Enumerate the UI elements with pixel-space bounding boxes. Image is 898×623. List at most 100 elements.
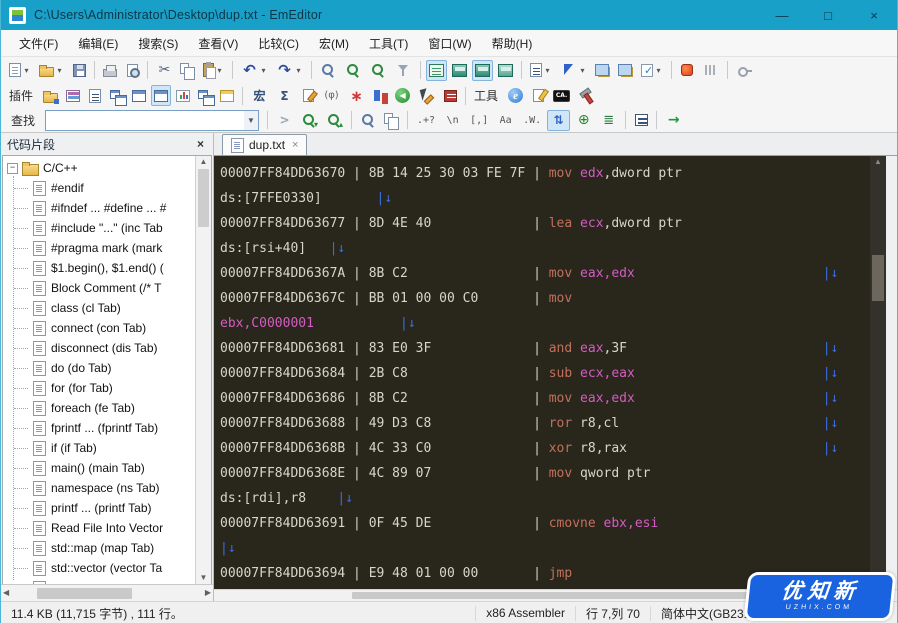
sync-scroll-h-button[interactable] bbox=[615, 60, 636, 81]
tool-notepad-button[interactable] bbox=[528, 85, 548, 106]
minimize-button[interactable]: — bbox=[759, 0, 805, 30]
tree-item-10[interactable]: for (for Tab) bbox=[3, 378, 195, 398]
open-file-button[interactable]: ▾ bbox=[36, 60, 67, 81]
pin-button[interactable] bbox=[733, 60, 756, 81]
menu-item-5[interactable]: 宏(M) bbox=[309, 32, 359, 55]
scrollbar-thumb[interactable] bbox=[351, 592, 814, 599]
tree-item-2[interactable]: #include "..." (inc Tab bbox=[3, 218, 195, 238]
tree-item-9[interactable]: do (do Tab) bbox=[3, 358, 195, 378]
macro-library-button[interactable] bbox=[440, 85, 460, 106]
markers-button[interactable]: ▾ bbox=[557, 60, 590, 81]
plugin-outline-button[interactable] bbox=[85, 85, 105, 106]
plugin-word-count-button[interactable] bbox=[173, 85, 193, 106]
macro-organize-button[interactable] bbox=[370, 85, 390, 106]
dropdown-caret-icon[interactable]: ▾ bbox=[22, 66, 31, 75]
menu-item-7[interactable]: 窗口(W) bbox=[418, 32, 481, 55]
menu-item-4[interactable]: 比较(C) bbox=[248, 32, 309, 55]
tree-root-folder[interactable]: − C/C++ bbox=[3, 158, 195, 178]
save-button[interactable] bbox=[69, 60, 89, 81]
macro-run-button[interactable]: 宏 bbox=[248, 85, 271, 106]
tree-item-18[interactable]: std::map (map Tab) bbox=[3, 538, 195, 558]
menu-item-8[interactable]: 帮助(H) bbox=[482, 32, 543, 55]
dropdown-caret-icon[interactable]: ▾ bbox=[259, 66, 268, 75]
menu-item-3[interactable]: 查看(V) bbox=[188, 32, 248, 55]
search-forward-button[interactable]: > bbox=[273, 110, 296, 131]
tree-item-17[interactable]: Read File Into Vector bbox=[3, 518, 195, 538]
tree-item-14[interactable]: main() (main Tab) bbox=[3, 458, 195, 478]
copy-results-button[interactable] bbox=[382, 110, 402, 131]
sync-scroll-v-button[interactable] bbox=[592, 60, 613, 81]
regex-button[interactable]: .+? bbox=[413, 110, 439, 131]
paste-button[interactable]: ▾ bbox=[200, 60, 227, 81]
macro-select-button[interactable] bbox=[415, 85, 438, 106]
search-direction-button[interactable]: ⇅ bbox=[547, 109, 571, 131]
plugin-open-documents-button[interactable] bbox=[129, 85, 149, 106]
tree-item-19[interactable]: std::vector (vector Ta bbox=[3, 558, 195, 578]
view-wrap-button[interactable] bbox=[472, 59, 493, 81]
validation-button[interactable]: ▾ bbox=[638, 60, 666, 81]
copy-button[interactable] bbox=[178, 60, 198, 81]
dropdown-caret-icon[interactable]: ▾ bbox=[543, 66, 552, 75]
plugin-explorer-button[interactable] bbox=[40, 85, 61, 106]
tree-item-11[interactable]: foreach (fe Tab) bbox=[3, 398, 195, 418]
tab-close-icon[interactable]: × bbox=[292, 139, 298, 151]
macro-new-button[interactable] bbox=[298, 85, 318, 106]
view-lines-button[interactable] bbox=[426, 59, 447, 81]
match-case-button[interactable]: Aa bbox=[494, 110, 517, 131]
escape-sequence-button[interactable]: \n bbox=[441, 110, 464, 131]
tree-item-15[interactable]: namespace (ns Tab) bbox=[3, 478, 195, 498]
plugin-web-preview-button[interactable] bbox=[217, 85, 237, 106]
status-syntax[interactable]: x86 Assembler bbox=[475, 605, 575, 621]
menu-item-1[interactable]: 编辑(E) bbox=[68, 32, 128, 55]
cut-button[interactable]: ✂ bbox=[153, 60, 176, 81]
tree-item-12[interactable]: fprintf ... (fprintf Tab) bbox=[3, 418, 195, 438]
dropdown-caret-icon[interactable]: ▾ bbox=[654, 66, 663, 75]
char-class-button[interactable]: [,] bbox=[466, 110, 492, 131]
macro-step-button[interactable] bbox=[699, 60, 722, 81]
filter-button[interactable] bbox=[392, 60, 415, 81]
undo-button[interactable]: ↶ ▾ bbox=[238, 60, 271, 81]
tree-item-1[interactable]: #ifndef ... #define ... # bbox=[3, 198, 195, 218]
combo-dropdown-icon[interactable]: ▼ bbox=[244, 110, 259, 130]
scrollbar-thumb[interactable] bbox=[872, 255, 884, 301]
menu-item-6[interactable]: 工具(T) bbox=[359, 32, 418, 55]
scrollbar-thumb[interactable] bbox=[37, 587, 133, 599]
find-previous-button[interactable]: ▴ bbox=[323, 110, 346, 131]
tree-item-4[interactable]: $1.begin(), $1.end() ( bbox=[3, 258, 195, 278]
find-combobox[interactable]: ▼ bbox=[45, 109, 260, 131]
view-page-button[interactable] bbox=[449, 60, 470, 81]
plugin-compare-button[interactable] bbox=[107, 85, 128, 106]
find-input[interactable] bbox=[46, 112, 245, 128]
new-file-button[interactable]: ▾ bbox=[6, 60, 34, 81]
macro-favorites-button[interactable]: ∗ bbox=[345, 85, 368, 106]
dropdown-caret-icon[interactable]: ▾ bbox=[215, 66, 224, 75]
scroll-left-icon[interactable]: ◀ bbox=[3, 588, 9, 598]
print-preview-button[interactable] bbox=[122, 60, 142, 81]
tree-item-13[interactable]: if (if Tab) bbox=[3, 438, 195, 458]
dropdown-caret-icon[interactable]: ▾ bbox=[55, 66, 64, 75]
whole-word-button[interactable]: .W. bbox=[519, 110, 545, 131]
tool-command-button[interactable]: CA. bbox=[550, 85, 573, 106]
record-macro-button[interactable] bbox=[677, 60, 697, 81]
tree-expand-icon[interactable]: − bbox=[7, 162, 18, 174]
tree-item-6[interactable]: class (cl Tab) bbox=[3, 298, 195, 318]
scrollbar-thumb[interactable] bbox=[198, 169, 209, 227]
close-button[interactable]: × bbox=[851, 0, 897, 30]
highlight-all-button[interactable]: ≣ bbox=[597, 110, 620, 131]
tool-build-button[interactable] bbox=[575, 85, 598, 106]
jump-button[interactable]: → bbox=[662, 110, 685, 131]
results-list-button[interactable] bbox=[631, 110, 651, 131]
tree-item-8[interactable]: disconnect (dis Tab) bbox=[3, 338, 195, 358]
snippets-tree[interactable]: − C/C++ #endif #ifndef ... #define ... # #in… bbox=[3, 156, 195, 584]
dropdown-caret-icon[interactable]: ▾ bbox=[578, 66, 587, 75]
find-next-button[interactable]: ▾ bbox=[298, 110, 321, 131]
maximize-button[interactable]: □ bbox=[805, 0, 851, 30]
sidebar-close-icon[interactable]: × bbox=[194, 137, 207, 151]
editor-vertical-scrollbar[interactable]: ▲ bbox=[870, 156, 886, 589]
replace-in-files-button[interactable] bbox=[367, 60, 390, 81]
plugin-htmlbar-button[interactable] bbox=[63, 85, 83, 106]
add-next-occurrence-button[interactable]: ⊕ bbox=[572, 110, 595, 131]
tab-dup-txt[interactable]: dup.txt × bbox=[222, 134, 308, 155]
sidebar-horizontal-scrollbar[interactable]: ◀ ▶ bbox=[1, 584, 213, 601]
tree-item-16[interactable]: printf ... (printf Tab) bbox=[3, 498, 195, 518]
